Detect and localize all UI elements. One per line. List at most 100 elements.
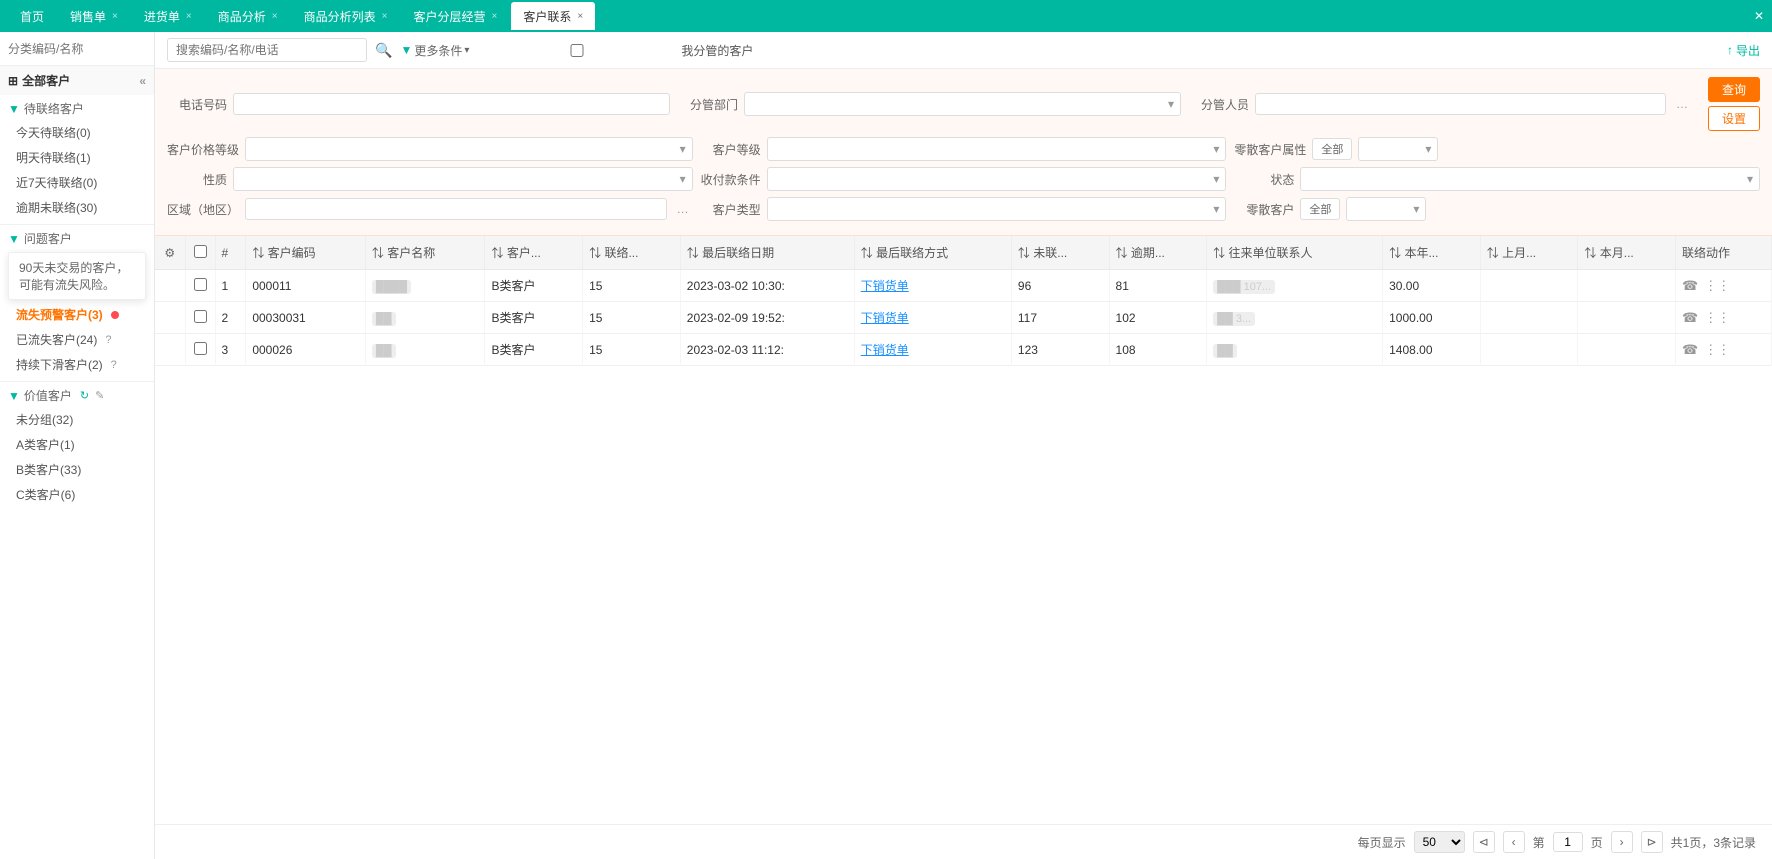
my-customers-checkbox-label[interactable]: 我分管的客户 xyxy=(477,42,753,59)
search-input[interactable] xyxy=(167,38,367,62)
contact-method-link[interactable]: 下销货单 xyxy=(861,343,909,357)
query-button[interactable]: 查询 xyxy=(1708,77,1760,102)
tab-sales[interactable]: 销售单 × xyxy=(58,2,130,30)
tab-home[interactable]: 首页 xyxy=(8,2,56,30)
contact-method-link[interactable]: 下销货单 xyxy=(861,311,909,325)
col-checkbox[interactable] xyxy=(185,236,215,270)
tab-purchase-close[interactable]: × xyxy=(186,11,192,22)
filter-payment-select[interactable]: ▾ xyxy=(767,167,1227,191)
section-problem-label[interactable]: ▼ 问题客户 xyxy=(0,224,154,250)
filter-retail-attr-tag[interactable]: 全部 xyxy=(1312,138,1352,160)
sidebar-item-overdue[interactable]: 逾期未联络(30) xyxy=(0,195,154,220)
col-last-month[interactable]: ⇅ 上月... xyxy=(1480,236,1578,270)
value-refresh-icon[interactable]: ↻ xyxy=(80,389,89,402)
col-this-year[interactable]: ⇅ 本年... xyxy=(1383,236,1481,270)
row-checkbox-cell[interactable] xyxy=(185,270,215,302)
col-this-month[interactable]: ⇅ 本月... xyxy=(1578,236,1676,270)
row-last-contact-method[interactable]: 下销货单 xyxy=(854,334,1011,366)
filter-phone-input[interactable] xyxy=(233,93,670,115)
tab-customer-tier-close[interactable]: × xyxy=(491,11,497,22)
sidebar-item-a-class[interactable]: A类客户(1) xyxy=(0,432,154,457)
filter-manager-ellipsis[interactable]: … xyxy=(1672,97,1692,111)
row-last-contact-method[interactable]: 下销货单 xyxy=(854,302,1011,334)
filter-customer-grade-select[interactable]: ▾ xyxy=(767,137,1227,161)
page-last-button[interactable]: ⊳ xyxy=(1641,831,1663,853)
filter-retail-customer-select[interactable]: ▾ xyxy=(1346,197,1426,221)
filter-customer-type-select[interactable]: ▾ xyxy=(767,197,1227,221)
action-phone-icon[interactable]: ☎ xyxy=(1682,278,1698,294)
sidebar-item-today[interactable]: 今天待联络(0) xyxy=(0,120,154,145)
export-button[interactable]: ↑ 导出 xyxy=(1727,42,1760,59)
per-page-select[interactable]: 50 100 200 xyxy=(1414,831,1465,853)
filter-customer-grade-arrow: ▾ xyxy=(1213,142,1219,156)
col-unit-contact[interactable]: ⇅ 往来单位联系人 xyxy=(1207,236,1383,270)
section-pending-label[interactable]: ▼ 待联络客户 xyxy=(0,95,154,120)
search-button[interactable]: 🔍 xyxy=(375,42,392,59)
filter-customer-type: 客户类型 ▾ xyxy=(701,197,1227,221)
tab-sales-close[interactable]: × xyxy=(112,11,118,22)
page-next-button[interactable]: › xyxy=(1611,831,1633,853)
sidebar-item-declining[interactable]: 持续下滑客户(2) ? xyxy=(0,352,154,377)
action-phone-icon[interactable]: ☎ xyxy=(1682,342,1698,358)
action-more-icon[interactable]: ⋮⋮ xyxy=(1704,278,1730,294)
col-code[interactable]: ⇅ 客户编码 xyxy=(246,236,366,270)
page-first-button[interactable]: ⊲ xyxy=(1473,831,1495,853)
row-checkbox[interactable] xyxy=(194,310,207,323)
filter-region-input[interactable] xyxy=(245,198,667,220)
sidebar-item-churned[interactable]: 已流失客户(24) ? xyxy=(0,327,154,352)
page-input[interactable]: 1 xyxy=(1553,832,1583,852)
filter-retail-customer: 零散客户 全部 ▾ xyxy=(1234,197,1760,221)
row-checkbox-cell[interactable] xyxy=(185,302,215,334)
col-settings[interactable]: ⚙ xyxy=(155,236,185,270)
more-conditions-button[interactable]: ▼ 更多条件 ▾ xyxy=(400,42,469,59)
section-value-label[interactable]: ▼ 价值客户 ↻ ✎ xyxy=(0,381,154,407)
filter-price-level-select[interactable]: ▾ xyxy=(245,137,693,161)
sidebar-item-7days[interactable]: 近7天待联络(0) xyxy=(0,170,154,195)
tab-product-analysis-close[interactable]: × xyxy=(272,11,278,22)
col-overdue[interactable]: ⇅ 逾期... xyxy=(1109,236,1207,270)
row-last-contact-method[interactable]: 下销货单 xyxy=(854,270,1011,302)
tab-customer-contact[interactable]: 客户联系 × xyxy=(511,2,595,30)
filter-dept-select[interactable]: ▾ xyxy=(744,92,1181,116)
col-type[interactable]: ⇅ 客户... xyxy=(485,236,583,270)
filter-manager-input[interactable] xyxy=(1255,93,1666,115)
action-more-icon[interactable]: ⋮⋮ xyxy=(1704,342,1730,358)
filter-retail-attr-select[interactable]: ▾ xyxy=(1358,137,1438,161)
row-checkbox[interactable] xyxy=(194,278,207,291)
select-all-checkbox[interactable] xyxy=(194,245,207,258)
filter-retail-customer-tag[interactable]: 全部 xyxy=(1300,198,1340,220)
sidebar-item-tomorrow[interactable]: 明天待联络(1) xyxy=(0,145,154,170)
tab-product-list-close[interactable]: × xyxy=(382,11,388,22)
tab-product-analysis[interactable]: 商品分析 × xyxy=(206,2,290,30)
sidebar-item-b-class[interactable]: B类客户(33) xyxy=(0,457,154,482)
my-customers-checkbox[interactable] xyxy=(477,44,677,57)
value-edit-icon[interactable]: ✎ xyxy=(95,389,104,402)
tab-purchase[interactable]: 进货单 × xyxy=(132,2,204,30)
col-last-contact-date[interactable]: ⇅ 最后联络日期 xyxy=(680,236,854,270)
tab-customer-tier[interactable]: 客户分层经营 × xyxy=(401,2,509,30)
filter-nature-select[interactable]: ▾ xyxy=(233,167,693,191)
row-no-contact: 96 xyxy=(1011,270,1109,302)
close-all-button[interactable]: ✕ xyxy=(1754,7,1764,25)
filter-status-select[interactable]: ▾ xyxy=(1300,167,1760,191)
col-contact[interactable]: ⇅ 联络... xyxy=(583,236,681,270)
col-name[interactable]: ⇅ 客户名称 xyxy=(365,236,485,270)
tab-product-list[interactable]: 商品分析列表 × xyxy=(292,2,400,30)
row-checkbox[interactable] xyxy=(194,342,207,355)
all-customers-header[interactable]: ⊞ 全部客户 « xyxy=(0,66,154,95)
settings-button[interactable]: 设置 xyxy=(1708,106,1760,131)
contact-method-link[interactable]: 下销货单 xyxy=(861,279,909,293)
tab-customer-contact-close[interactable]: × xyxy=(577,11,583,22)
action-phone-icon[interactable]: ☎ xyxy=(1682,310,1698,326)
col-last-contact-method[interactable]: ⇅ 最后联络方式 xyxy=(854,236,1011,270)
col-no-contact[interactable]: ⇅ 未联... xyxy=(1011,236,1109,270)
action-more-icon[interactable]: ⋮⋮ xyxy=(1704,310,1730,326)
sidebar-item-c-class[interactable]: C类客户(6) xyxy=(0,482,154,507)
filter-region-ellipsis[interactable]: … xyxy=(673,202,693,216)
row-checkbox-cell[interactable] xyxy=(185,334,215,366)
page-prev-button[interactable]: ‹ xyxy=(1503,831,1525,853)
sidebar-search-input[interactable] xyxy=(8,42,155,56)
sidebar-item-ungrouped[interactable]: 未分组(32) xyxy=(0,407,154,432)
sidebar-item-churn-warning[interactable]: 流失预警客户(3) xyxy=(0,302,154,327)
collapse-sidebar-icon[interactable]: « xyxy=(139,74,146,88)
